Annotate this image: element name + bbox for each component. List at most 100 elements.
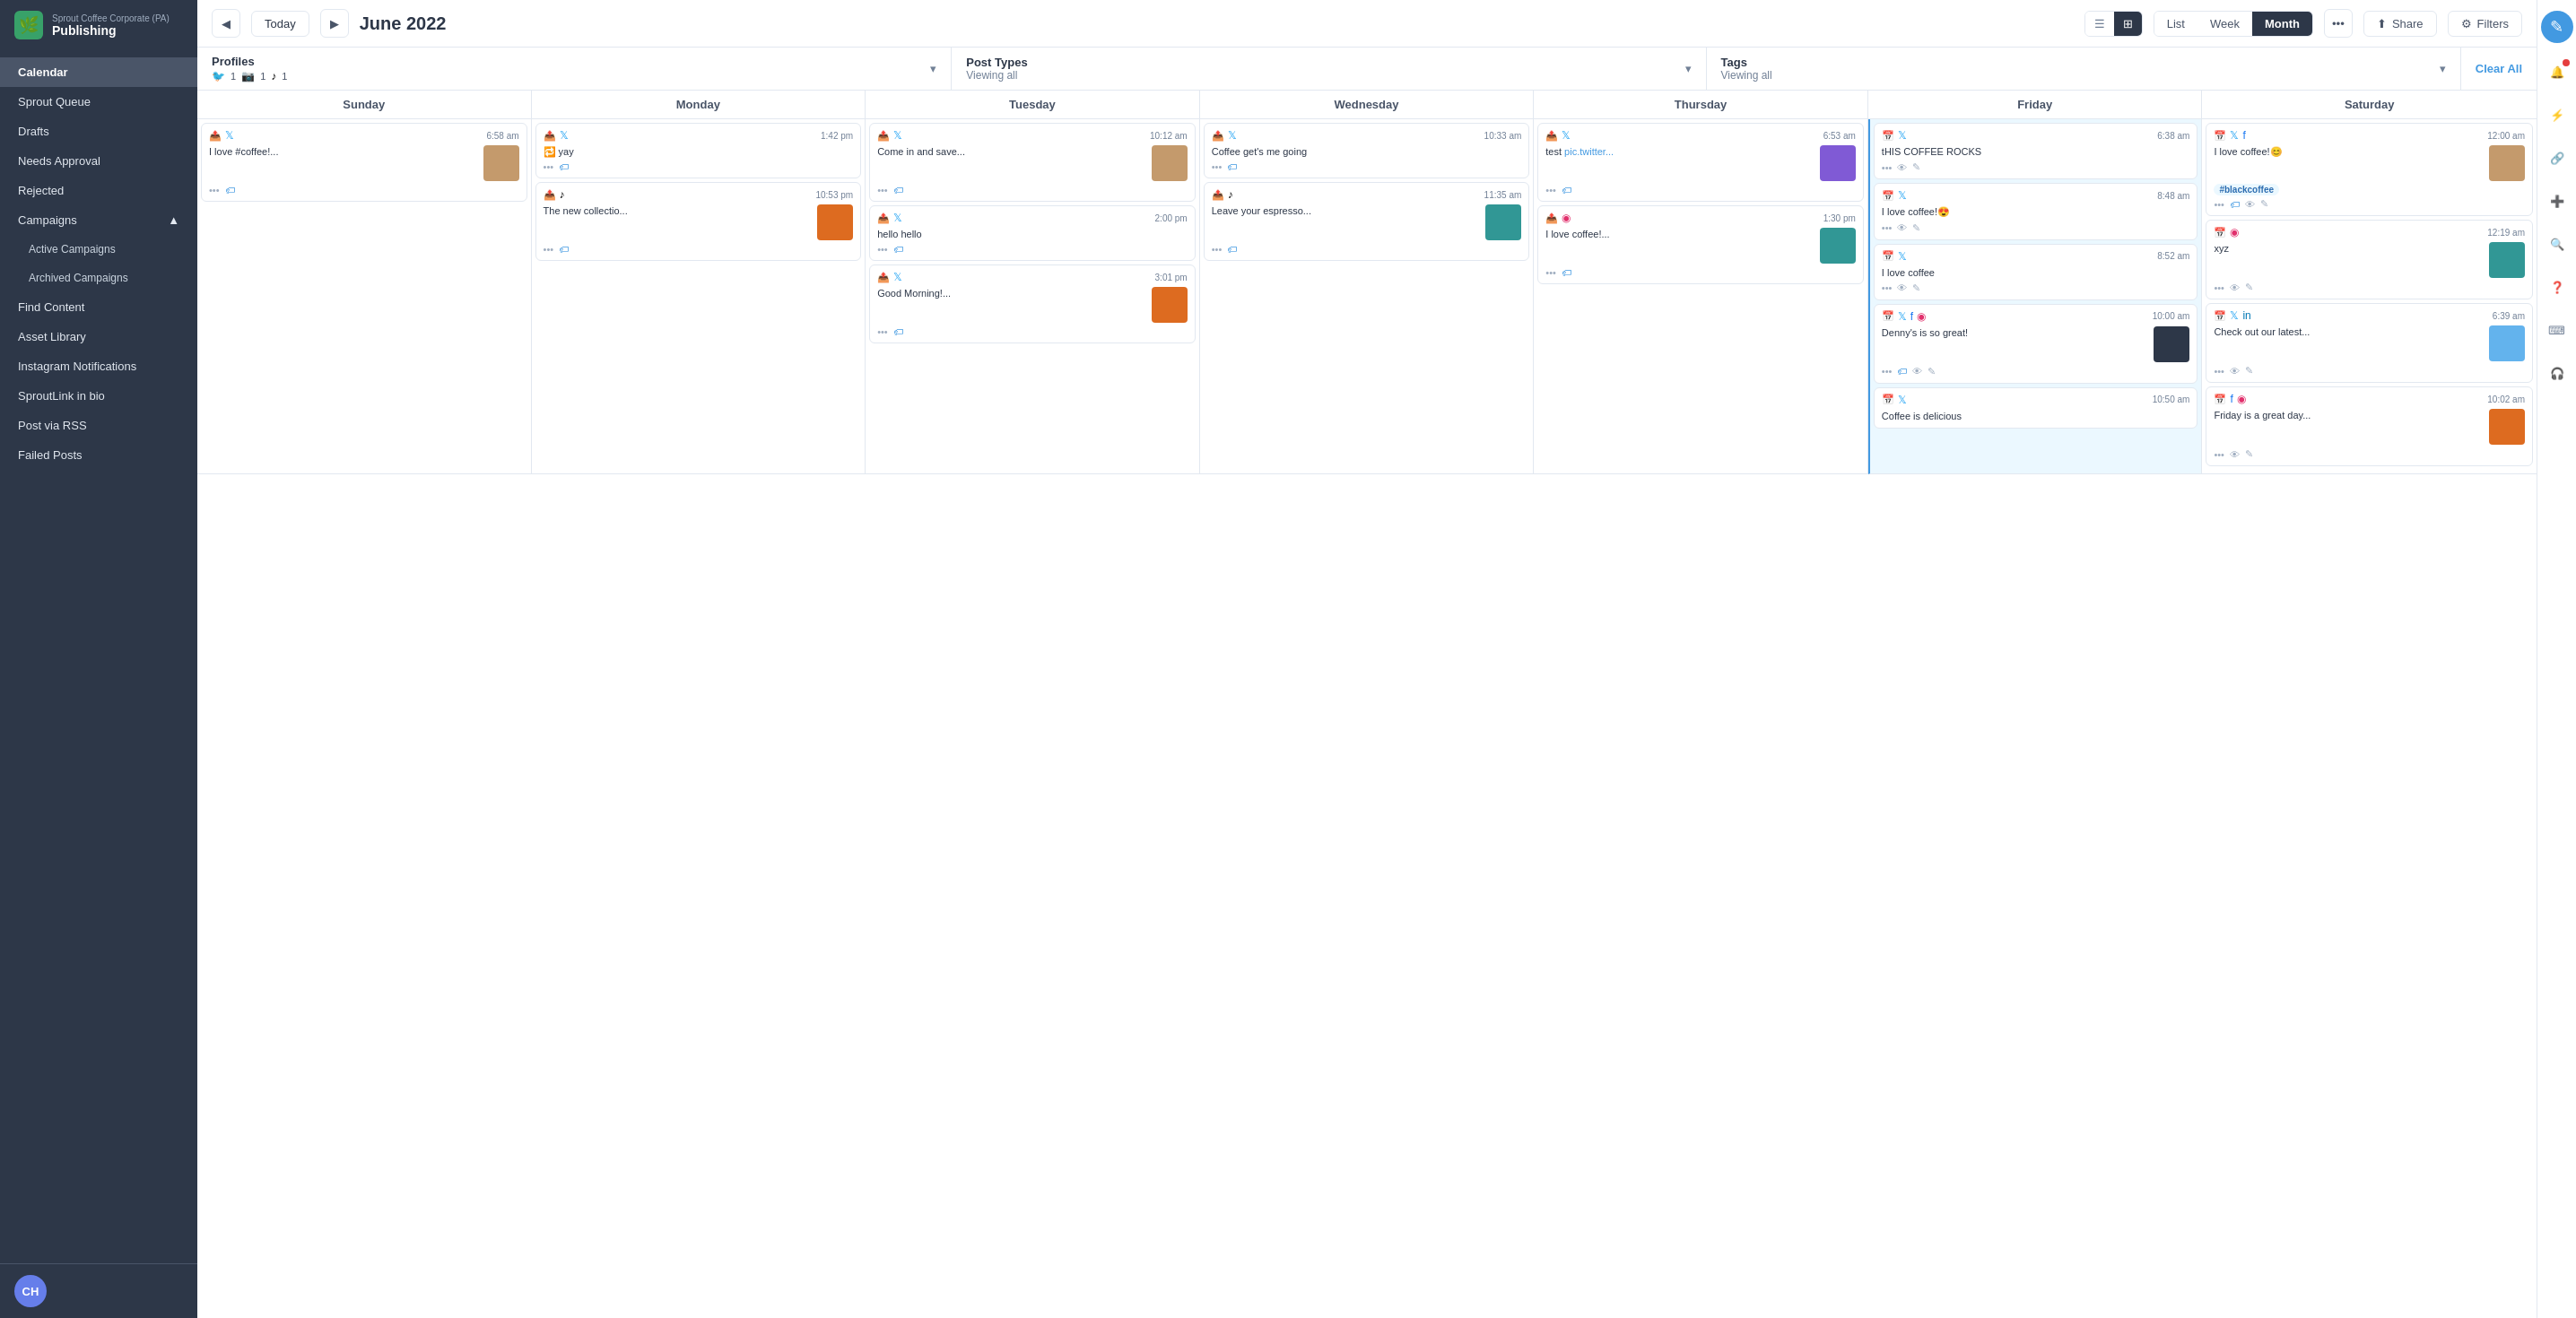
more-icon[interactable]: ••• [1882,222,1893,233]
eye-icon[interactable]: 👁 [1897,222,1907,233]
edit-icon[interactable]: ✎ [2245,448,2253,460]
post-card[interactable]: 📅 ◉ 12:19 am xyz ••• 👁 ✎ [2206,220,2533,299]
more-icon[interactable]: ••• [2214,282,2224,293]
link-icon-btn[interactable]: 🔗 [2543,143,2572,172]
sidebar-item-instagram-notifications[interactable]: Instagram Notifications [0,351,197,381]
post-card[interactable]: 📤 𝕏 10:12 am Come in and save... ••• 🏷 [869,123,1196,202]
more-icon[interactable]: ••• [2214,449,2224,460]
more-icon[interactable]: ••• [1882,162,1893,173]
tag-icon[interactable]: 🏷 [559,161,569,172]
more-icon[interactable]: ••• [877,185,888,195]
more-icon[interactable]: ••• [1212,244,1223,255]
more-icon[interactable]: ••• [209,185,220,195]
sidebar-item-sproutlink[interactable]: SproutLink in bio [0,381,197,411]
more-icon[interactable]: ••• [877,326,888,337]
post-card[interactable]: 📅 𝕏 f ◉ 10:00 am Denny's is so great! ••… [1874,304,2198,384]
edit-icon[interactable]: ✎ [1912,161,1920,173]
eye-icon[interactable]: 👁 [2245,199,2255,210]
sidebar-item-campaigns[interactable]: Campaigns ▲ [0,205,197,235]
more-options-button[interactable]: ••• [2324,9,2353,38]
more-icon[interactable]: ••• [1882,282,1893,293]
tag-icon[interactable]: 🏷 [225,185,235,195]
sidebar-item-find-content[interactable]: Find Content [0,292,197,322]
eye-icon[interactable]: 👁 [1897,282,1907,293]
prev-button[interactable]: ◀ [212,9,240,38]
edit-icon[interactable]: ✎ [1912,282,1920,294]
tab-month[interactable]: Month [2252,12,2312,36]
eye-icon[interactable]: 👁 [2230,282,2240,293]
activity-icon-btn[interactable]: ⚡ [2543,100,2572,129]
post-card[interactable]: 📅 𝕏 8:52 am I love coffee ••• 👁 ✎ [1874,244,2198,300]
compose-button[interactable]: ✎ [2541,11,2573,43]
sidebar-item-active-campaigns[interactable]: Active Campaigns [0,235,197,264]
tag-icon[interactable]: 🏷 [893,244,903,255]
tab-week[interactable]: Week [2197,12,2252,36]
more-icon[interactable]: ••• [877,244,888,255]
more-icon[interactable]: ••• [2214,366,2224,377]
sidebar-item-archived-campaigns[interactable]: Archived Campaigns [0,264,197,292]
tag-icon[interactable]: 🏷 [1227,161,1237,172]
tag-icon[interactable]: 🏷 [1562,185,1571,195]
eye-icon[interactable]: 👁 [2230,449,2240,460]
tags-filter[interactable]: Tags Viewing all ▾ [1707,48,2461,90]
tag-icon[interactable]: 🏷 [1227,244,1237,255]
more-icon[interactable]: ••• [1212,161,1223,172]
edit-icon[interactable]: ✎ [2260,198,2268,210]
more-icon[interactable]: ••• [1545,185,1556,195]
tag-icon[interactable]: 🏷 [559,244,569,255]
sidebar-item-asset-library[interactable]: Asset Library [0,322,197,351]
post-card[interactable]: 📤 𝕏 10:33 am Coffee get's me going ••• 🏷 [1204,123,1530,178]
post-card[interactable]: 📤 ♪ 11:35 am Leave your espresso... ••• … [1204,182,1530,261]
tag-icon[interactable]: 🏷 [893,326,903,337]
tag-icon[interactable]: 🏷 [2230,199,2240,210]
edit-icon[interactable]: ✎ [2245,282,2253,293]
more-icon[interactable]: ••• [544,244,554,255]
sidebar-item-drafts[interactable]: Drafts [0,117,197,146]
edit-icon[interactable]: ✎ [2245,365,2253,377]
more-icon[interactable]: ••• [544,161,554,172]
tag-icon[interactable]: 🏷 [1897,366,1907,377]
post-card[interactable]: 📤 𝕏 2:00 pm hello hello ••• 🏷 [869,205,1196,261]
tab-list[interactable]: List [2154,12,2197,36]
eye-icon[interactable]: 👁 [2230,366,2240,377]
sidebar-item-failed-posts[interactable]: Failed Posts [0,440,197,470]
eye-icon[interactable]: 👁 [1897,162,1907,173]
profiles-filter[interactable]: Profiles 🐦 1 📷 1 ♪ 1 ▾ [197,48,952,90]
post-card[interactable]: 📤 𝕏 6:58 am I love #coffee!... ••• 🏷 [201,123,527,202]
today-button[interactable]: Today [251,11,309,37]
search-icon-btn[interactable]: 🔍 [2543,230,2572,258]
sidebar-item-sprout-queue[interactable]: Sprout Queue [0,87,197,117]
post-card[interactable]: 📅 𝕏 6:38 am tHIS COFFEE ROCKS ••• 👁 ✎ [1874,123,2198,179]
post-card[interactable]: 📅 𝕏 8:48 am I love coffee!😍 ••• 👁 ✎ [1874,183,2198,239]
edit-icon[interactable]: ✎ [1912,222,1920,234]
post-card[interactable]: 📤 𝕏 1:42 pm 🔁 yay ••• 🏷 [535,123,862,178]
sidebar-item-rejected[interactable]: Rejected [0,176,197,205]
eye-icon[interactable]: 👁 [1912,366,1922,377]
post-card[interactable]: 📅 𝕏 in 6:39 am Check out our latest... •… [2206,303,2533,383]
post-card[interactable]: 📤 ♪ 10:53 pm The new collectio... ••• 🏷 [535,182,862,261]
edit-icon[interactable]: ✎ [1928,366,1936,377]
post-card[interactable]: 📅 𝕏 10:50 am Coffee is delicious [1874,387,2198,429]
user-avatar[interactable]: CH [14,1275,47,1307]
add-icon-btn[interactable]: ➕ [2543,186,2572,215]
more-icon[interactable]: ••• [1545,267,1556,278]
clear-all-button[interactable]: Clear All [2461,48,2537,90]
share-button[interactable]: ⬆ Share [2363,11,2437,37]
post-card[interactable]: 📅 f ◉ 10:02 am Friday is a great day... … [2206,386,2533,466]
post-types-filter[interactable]: Post Types Viewing all ▾ [952,48,1706,90]
post-card[interactable]: 📤 𝕏 3:01 pm Good Morning!... ••• 🏷 [869,264,1196,343]
more-icon[interactable]: ••• [1882,366,1893,377]
help-icon-btn[interactable]: ❓ [2543,273,2572,301]
tag-icon[interactable]: 🏷 [893,185,903,195]
audio-icon-btn[interactable]: 🎧 [2543,359,2572,387]
next-button[interactable]: ▶ [320,9,349,38]
filters-button[interactable]: ⚙ Filters [2448,11,2522,37]
sidebar-item-post-rss[interactable]: Post via RSS [0,411,197,440]
post-card[interactable]: 📅 𝕏 f 12:00 am I love coffee!😊 #blackcof… [2206,123,2533,216]
list-view-button[interactable]: ☰ [2085,12,2114,36]
post-card[interactable]: 📤 𝕏 6:53 am test pic.twitter... ••• 🏷 [1537,123,1864,202]
notifications-icon-btn[interactable]: 🔔 [2543,57,2572,86]
more-icon[interactable]: ••• [2214,199,2224,210]
keyboard-icon-btn[interactable]: ⌨ [2543,316,2572,344]
sidebar-item-needs-approval[interactable]: Needs Approval [0,146,197,176]
